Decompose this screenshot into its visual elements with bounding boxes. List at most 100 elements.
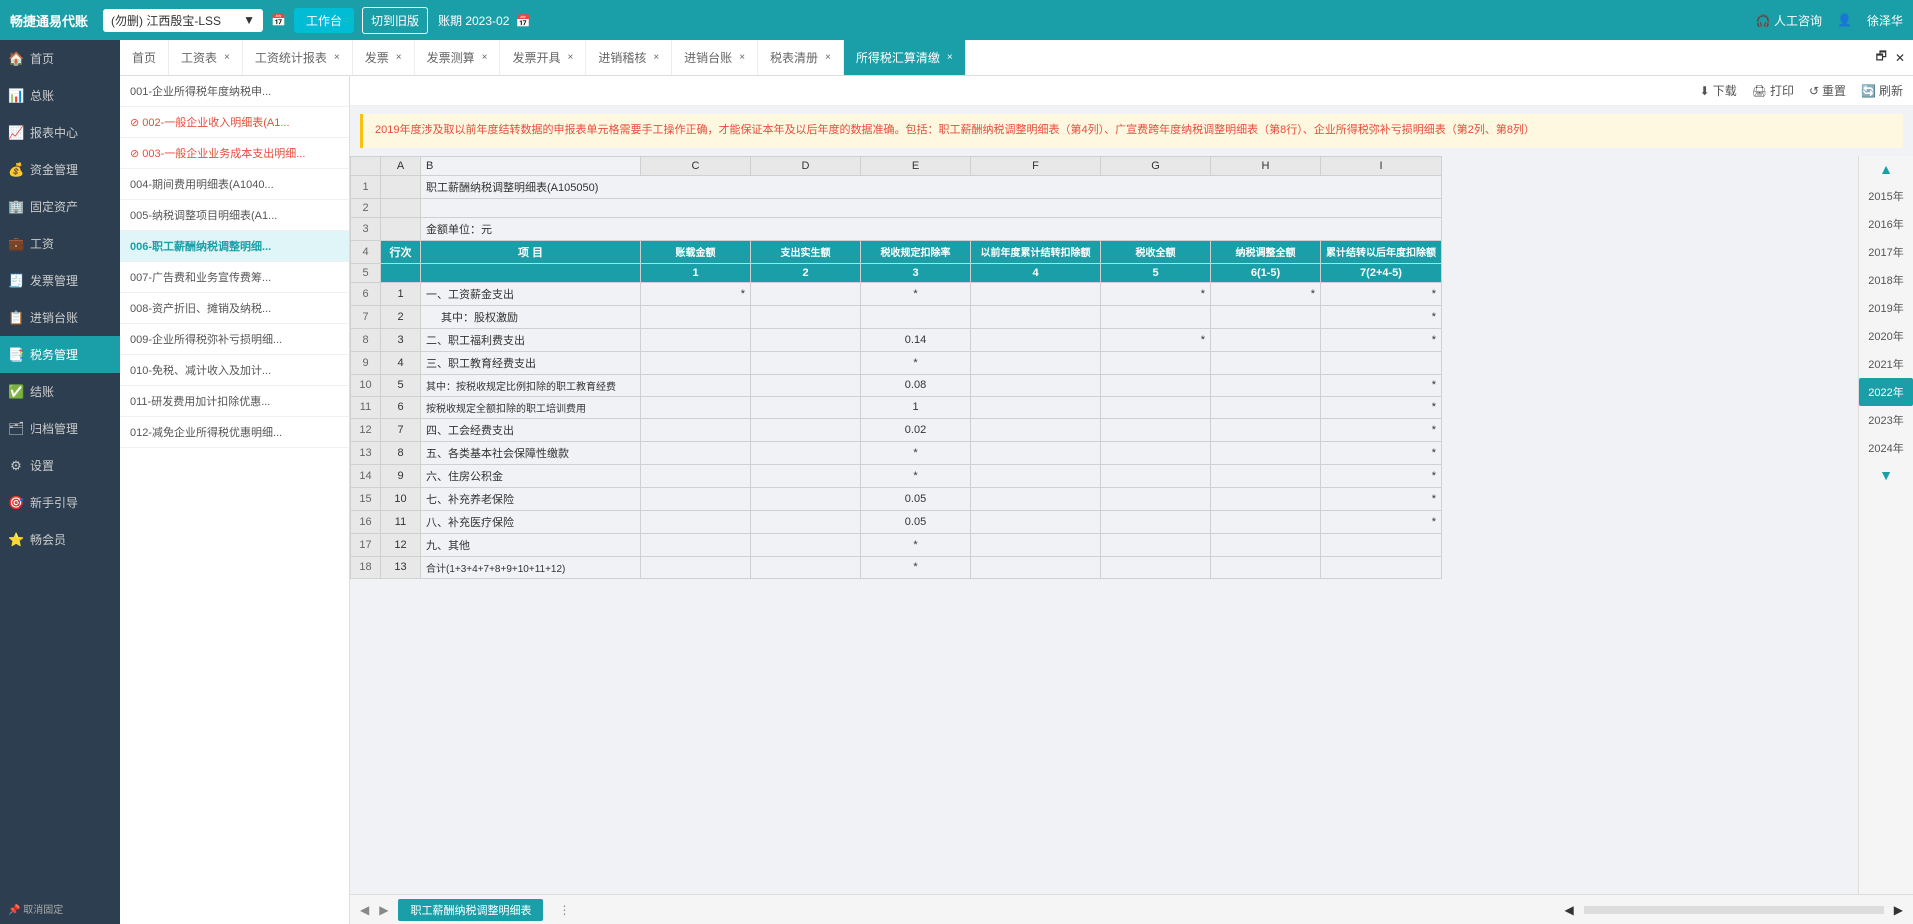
- sidebar-item-assets[interactable]: 🏢 固定资产: [0, 188, 120, 225]
- left-panel-item-010[interactable]: 010-免税、减计收入及加计...: [120, 355, 349, 386]
- main-content: 001-企业所得税年度纳税申... ⊘002-一般企业收入明细表(A1... ⊘…: [120, 76, 1913, 924]
- sidebar-item-tax[interactable]: 📑 税务管理: [0, 336, 120, 373]
- left-panel-item-011[interactable]: 011-研发费用加计扣除优惠...: [120, 386, 349, 417]
- content-area: 首页 工资表 × 工资统计报表 × 发票 × 发票测算 ×: [120, 40, 1913, 924]
- year-down-arrow[interactable]: ▼: [1874, 462, 1898, 488]
- year-2016[interactable]: 2016年: [1859, 210, 1913, 238]
- tab-salary[interactable]: 工资表 ×: [169, 40, 243, 75]
- top-right-area: 🎧 人工咨询 👤 徐泽华: [1756, 12, 1903, 29]
- sidebar-item-member[interactable]: ⭐ 畅会员: [0, 521, 120, 558]
- year-2022[interactable]: 2022年: [1859, 378, 1913, 406]
- tab-invoice-issue-label: 发票开具: [512, 49, 560, 66]
- next-sheet-icon[interactable]: ▶: [379, 903, 388, 917]
- left-panel-item-005[interactable]: 005-纳税调整项目明细表(A1...: [120, 200, 349, 231]
- tab-invoice-issue[interactable]: 发票开具 ×: [500, 40, 586, 75]
- company-select[interactable]: (勿删) 江西殷宝-LSS ▼: [103, 9, 263, 32]
- period-label: 账期 2023-02 📅: [438, 12, 531, 29]
- sidebar-label-guide: 新手引导: [30, 494, 78, 511]
- tab-close-all-icon[interactable]: ✕: [1895, 51, 1905, 65]
- tab-salary-stats-close[interactable]: ×: [334, 52, 340, 63]
- left-panel-item-004[interactable]: 004-期间费用明细表(A1040...: [120, 169, 349, 200]
- left-panel-item-002[interactable]: ⊘002-一般企业收入明细表(A1...: [120, 107, 349, 138]
- tab-salary-stats[interactable]: 工资统计报表 ×: [243, 40, 353, 75]
- sub-header-1: 1: [641, 263, 751, 282]
- sub-header-5: 5: [1101, 263, 1211, 282]
- tab-tax-table[interactable]: 税表清册 ×: [758, 40, 844, 75]
- tab-purchase-ledger-close[interactable]: ×: [739, 52, 745, 63]
- col-header-d: D: [751, 156, 861, 175]
- tab-invoice-close[interactable]: ×: [396, 52, 402, 63]
- cancel-fixed-button[interactable]: 📌 取消固定: [0, 893, 120, 924]
- sidebar-item-archive[interactable]: 🗂 归档管理: [0, 410, 120, 447]
- col-header-rownum: [351, 156, 381, 175]
- scroll-right-icon[interactable]: ▶: [1894, 903, 1903, 917]
- sidebar-item-home[interactable]: 🏠 首页: [0, 40, 120, 77]
- download-button[interactable]: ⬇ 下载: [1700, 82, 1737, 99]
- sub-header-4: 4: [971, 263, 1101, 282]
- tab-restore-icon[interactable]: 🗗: [1876, 47, 1887, 68]
- table-row: 8 3 二、职工福利费支出 0.14 * *: [351, 328, 1442, 351]
- bottom-bar: ◀ ▶ 职工薪酬纳税调整明细表 ⋮ ◀ ▶: [350, 894, 1913, 924]
- left-panel-item-006[interactable]: 006-职工薪酬纳税调整明细...: [120, 231, 349, 262]
- year-up-arrow[interactable]: ▲: [1874, 156, 1898, 182]
- tab-income-tax[interactable]: 所得税汇算清缴 ×: [844, 40, 966, 75]
- tab-salary-close[interactable]: ×: [224, 52, 230, 63]
- tab-purchase-check[interactable]: 进销稽核 ×: [586, 40, 672, 75]
- tab-invoice-calc[interactable]: 发票测算 ×: [415, 40, 501, 75]
- year-2015[interactable]: 2015年: [1859, 182, 1913, 210]
- left-panel-item-001[interactable]: 001-企业所得税年度纳税申...: [120, 76, 349, 107]
- sheet-menu-icon[interactable]: ⋮: [558, 903, 570, 917]
- table-row: 18 13 合计(1+3+4+7+8+9+10+11+12) *: [351, 556, 1442, 578]
- spreadsheet-wrapper[interactable]: A B C D E F G H I: [350, 156, 1913, 894]
- year-2019[interactable]: 2019年: [1859, 294, 1913, 322]
- sidebar-item-funds[interactable]: 💰 资金管理: [0, 151, 120, 188]
- tab-invoice[interactable]: 发票 ×: [353, 40, 415, 75]
- sidebar-label-close: 结账: [30, 383, 54, 400]
- left-panel-item-003[interactable]: ⊘003-一般企业业务成本支出明细...: [120, 138, 349, 169]
- sidebar-item-invoice-mgmt[interactable]: 🧾 发票管理: [0, 262, 120, 299]
- sidebar-label-invoice-mgmt: 发票管理: [30, 272, 78, 289]
- header-col-f: 以前年度累计结转扣除额: [971, 240, 1101, 263]
- sidebar-item-purchase-ledger[interactable]: 📋 进销台账: [0, 299, 120, 336]
- sheet-tab-main[interactable]: 职工薪酬纳税调整明细表: [398, 899, 543, 921]
- tab-invoice-calc-close[interactable]: ×: [482, 52, 488, 63]
- refresh-button[interactable]: 🔄 刷新: [1861, 82, 1903, 99]
- tab-purchase-ledger[interactable]: 进销台账 ×: [672, 40, 758, 75]
- year-2020[interactable]: 2020年: [1859, 322, 1913, 350]
- tab-salary-stats-label: 工资统计报表: [255, 49, 327, 66]
- sidebar-item-close[interactable]: ✅ 结账: [0, 373, 120, 410]
- left-panel-item-007[interactable]: 007-广告费和业务宣传费筹...: [120, 262, 349, 293]
- year-2023[interactable]: 2023年: [1859, 406, 1913, 434]
- reset-button[interactable]: ↺ 重置: [1809, 82, 1846, 99]
- sidebar-item-salary[interactable]: 💼 工资: [0, 225, 120, 262]
- print-button[interactable]: 🖨 打印: [1752, 82, 1794, 99]
- sidebar-item-guide[interactable]: 🎯 新手引导: [0, 484, 120, 521]
- header-col-c: 账载金额: [641, 240, 751, 263]
- year-2021[interactable]: 2021年: [1859, 350, 1913, 378]
- left-panel-item-009[interactable]: 009-企业所得税弥补亏损明细...: [120, 324, 349, 355]
- sidebar-item-reports[interactable]: 📈 报表中心: [0, 114, 120, 151]
- row-1: 1: [351, 175, 381, 198]
- table-row: 16 11 八、补充医疗保险 0.05 *: [351, 510, 1442, 533]
- scroll-left-icon[interactable]: ◀: [1565, 903, 1574, 917]
- year-2024[interactable]: 2024年: [1859, 434, 1913, 462]
- tab-tax-table-close[interactable]: ×: [825, 52, 831, 63]
- tab-home[interactable]: 首页: [120, 40, 169, 75]
- sidebar-item-settings[interactable]: ⚙ 设置: [0, 447, 120, 484]
- workspace-button[interactable]: 工作台: [294, 8, 354, 33]
- horizontal-scrollbar[interactable]: [1584, 906, 1884, 914]
- tab-invoice-calc-label: 发票测算: [427, 49, 475, 66]
- tab-invoice-issue-close[interactable]: ×: [567, 52, 573, 63]
- tab-purchase-check-close[interactable]: ×: [653, 52, 659, 63]
- prev-sheet-icon[interactable]: ◀: [360, 903, 369, 917]
- left-panel-item-008[interactable]: 008-资产折旧、摊销及纳税...: [120, 293, 349, 324]
- old-version-button[interactable]: 切到旧版: [362, 7, 428, 34]
- support-link[interactable]: 🎧 人工咨询: [1756, 12, 1822, 29]
- tab-income-tax-close[interactable]: ×: [947, 52, 953, 63]
- header-col-i: 累计结转以后年度扣除额: [1321, 240, 1442, 263]
- left-panel-item-012[interactable]: 012-减免企业所得税优惠明细...: [120, 417, 349, 448]
- year-2018[interactable]: 2018年: [1859, 266, 1913, 294]
- sidebar-item-ledger[interactable]: 📊 总账: [0, 77, 120, 114]
- main-layout: 🏠 首页 📊 总账 📈 报表中心 💰 资金管理 🏢 固定资产 💼 工资: [0, 40, 1913, 924]
- year-2017[interactable]: 2017年: [1859, 238, 1913, 266]
